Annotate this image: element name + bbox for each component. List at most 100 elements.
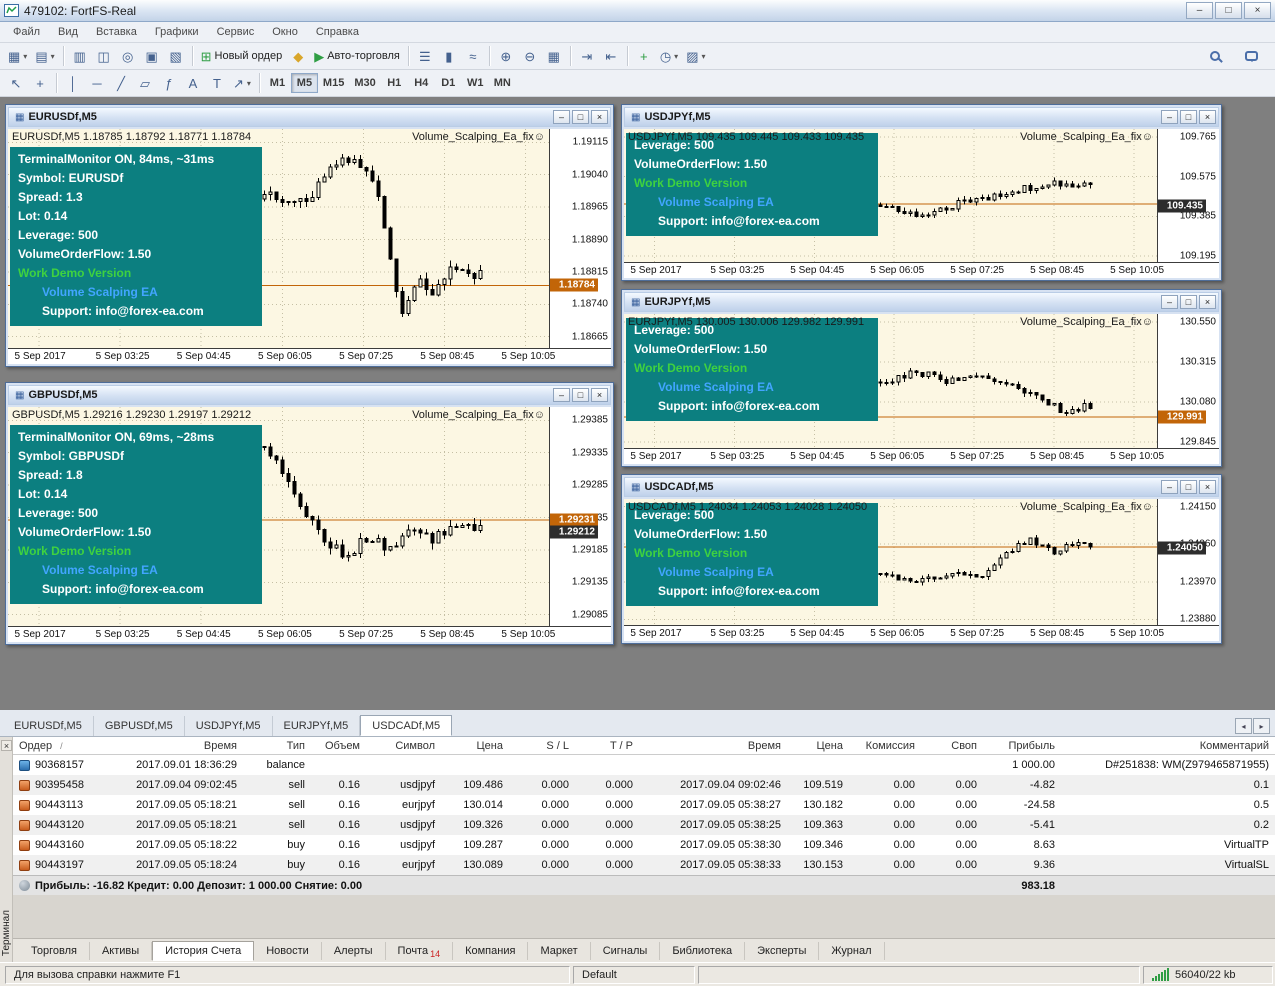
tab-scroll-right-button[interactable]: ▸	[1253, 718, 1270, 734]
periods-button[interactable]: ◷ ▾	[656, 45, 682, 67]
menu-window[interactable]: Окно	[263, 23, 307, 41]
timeframe-m1-button[interactable]: M1	[264, 73, 291, 93]
chart-window-titlebar[interactable]: ▦ GBPUSDf,M5 – □ ×	[8, 385, 611, 405]
chart-close-button[interactable]: ×	[591, 388, 608, 402]
zoom-in-button[interactable]: ⊕	[494, 45, 518, 67]
zoom-out-button[interactable]: ⊖	[518, 45, 542, 67]
terminal-tab-news[interactable]: Новости	[254, 941, 322, 960]
chart-tab-usdcadf[interactable]: USDCADf,M5	[360, 715, 453, 736]
history-row[interactable]: 90443113 2017.09.05 05:18:21 sell 0.16 eurjp…	[13, 795, 1275, 815]
chart-close-button[interactable]: ×	[1199, 295, 1216, 309]
timeframe-h4-button[interactable]: H4	[408, 73, 435, 93]
timeframe-m30-button[interactable]: M30	[349, 73, 380, 93]
terminal-tab-mailbox[interactable]: Почта 14	[386, 941, 454, 960]
search-button[interactable]	[1203, 45, 1227, 67]
autotrading-button[interactable]: ▶ Авто-торговля	[310, 45, 404, 67]
price-scale[interactable]: 1.19115 1.19040 1.18965 1.18890 1.18815 1.187…	[549, 129, 611, 348]
price-scale[interactable]: 1.241501.240601.239701.238801.24050	[1157, 499, 1219, 625]
column-header-swap[interactable]: Своп	[921, 740, 983, 752]
history-row[interactable]: 90395458 2017.09.04 09:02:45 sell 0.16 usdjp…	[13, 775, 1275, 795]
time-axis[interactable]: 5 Sep 2017 5 Sep 03:25 5 Sep 04:45 5 Sep 06…	[8, 626, 611, 642]
terminal-tab-journal[interactable]: Журнал	[819, 941, 885, 960]
menu-file[interactable]: Файл	[4, 23, 49, 41]
tile-windows-button[interactable]: ▦	[542, 45, 566, 67]
chart-minimize-button[interactable]: –	[1161, 295, 1178, 309]
chart-close-button[interactable]: ×	[591, 110, 608, 124]
terminal-close-icon[interactable]: ×	[1, 740, 12, 751]
candlestick-chart-button[interactable]: ▮	[437, 45, 461, 67]
timeframe-w1-button[interactable]: W1	[462, 73, 489, 93]
chart-window-titlebar[interactable]: ▦ USDJPYf,M5 – □ ×	[624, 107, 1219, 127]
column-header-open-time[interactable]: Время	[113, 740, 243, 752]
terminal-tab-experts[interactable]: Эксперты	[745, 941, 820, 960]
data-window-button[interactable]: ◫	[92, 45, 116, 67]
column-header-close-price[interactable]: Цена	[787, 740, 849, 752]
text-button[interactable]: A	[181, 72, 205, 94]
terminal-tab-market[interactable]: Маркет	[528, 941, 591, 960]
terminal-tab-account-history[interactable]: История Счета	[152, 940, 255, 961]
navigator-button[interactable]: ◎	[116, 45, 140, 67]
text-label-button[interactable]: T	[205, 72, 229, 94]
chart-minimize-button[interactable]: –	[1161, 110, 1178, 124]
history-row[interactable]: 90368157 2017.09.01 18:36:29 balance 1 000.…	[13, 755, 1275, 775]
chart-minimize-button[interactable]: –	[1161, 480, 1178, 494]
status-profile-selector[interactable]: Default	[573, 965, 695, 984]
terminal-tab-alerts[interactable]: Алерты	[322, 941, 386, 960]
menu-help[interactable]: Справка	[307, 23, 368, 41]
chart-maximize-button[interactable]: □	[1180, 295, 1197, 309]
column-header-type[interactable]: Тип	[243, 740, 311, 752]
maximize-button[interactable]: □	[1215, 2, 1242, 19]
terminal-tab-signals[interactable]: Сигналы	[591, 941, 661, 960]
menu-view[interactable]: Вид	[49, 23, 87, 41]
column-header-volume[interactable]: Объем	[311, 740, 366, 752]
chart-maximize-button[interactable]: □	[572, 110, 589, 124]
menu-charts[interactable]: Графики	[146, 23, 208, 41]
terminal-tab-trade[interactable]: Торговля	[19, 941, 90, 960]
chart-minimize-button[interactable]: –	[553, 388, 570, 402]
chart-window-titlebar[interactable]: ▦ USDCADf,M5 – □ ×	[624, 477, 1219, 497]
history-row[interactable]: 90443160 2017.09.05 05:18:22 buy 0.16 usdjpy…	[13, 835, 1275, 855]
terminal-tab-assets[interactable]: Активы	[90, 941, 153, 960]
timeframe-mn-button[interactable]: MN	[489, 73, 516, 93]
chart-close-button[interactable]: ×	[1199, 480, 1216, 494]
column-header-close-time[interactable]: Время	[639, 740, 787, 752]
time-axis[interactable]: 5 Sep 2017 5 Sep 03:25 5 Sep 04:45 5 Sep 06…	[624, 625, 1219, 641]
column-header-symbol[interactable]: Символ	[366, 740, 441, 752]
menu-tools[interactable]: Сервис	[208, 23, 264, 41]
auto-scroll-button[interactable]: ⇥	[575, 45, 599, 67]
chart-tab-eurusdf[interactable]: EURUSDf,M5	[3, 716, 94, 736]
cursor-button[interactable]: ↖	[4, 72, 28, 94]
terminal-panel-button[interactable]: ▣	[140, 45, 164, 67]
column-header-order[interactable]: Ордер /	[13, 740, 113, 752]
equidistant-channel-button[interactable]: ▱	[133, 72, 157, 94]
price-scale[interactable]: 130.550 130.315 130.080 129.845 129.991	[1157, 314, 1219, 448]
title-bar[interactable]: 479102: FortFS-Real – □ ×	[0, 0, 1275, 22]
metaeditor-button[interactable]: ◆	[286, 45, 310, 67]
terminal-tab-company[interactable]: Компания	[453, 941, 529, 960]
arrows-button[interactable]: ↗ ▾	[229, 72, 255, 94]
terminal-tab-library[interactable]: Библиотека	[660, 941, 746, 960]
chart-tab-eurjpyf[interactable]: EURJPYf,M5	[273, 716, 361, 736]
line-chart-button[interactable]: ≈	[461, 45, 485, 67]
chart-maximize-button[interactable]: □	[1180, 480, 1197, 494]
chat-button[interactable]	[1239, 45, 1263, 67]
fibonacci-button[interactable]: ƒ	[157, 72, 181, 94]
templates-button[interactable]: ▨ ▾	[682, 45, 709, 67]
chart-maximize-button[interactable]: □	[1180, 110, 1197, 124]
timeframe-m15-button[interactable]: M15	[318, 73, 349, 93]
history-row[interactable]: 90443120 2017.09.05 05:18:21 sell 0.16 usdjp…	[13, 815, 1275, 835]
new-chart-button[interactable]: ▦ ▾	[4, 45, 31, 67]
column-header-profit[interactable]: Прибыль	[983, 740, 1061, 752]
column-header-comment[interactable]: Комментарий	[1061, 740, 1275, 752]
market-watch-button[interactable]: ▥	[68, 45, 92, 67]
time-axis[interactable]: 5 Sep 2017 5 Sep 03:25 5 Sep 04:45 5 Sep 06…	[624, 262, 1219, 278]
column-header-open-price[interactable]: Цена	[441, 740, 509, 752]
strategy-tester-button[interactable]: ▧	[164, 45, 188, 67]
column-header-commission[interactable]: Комиссия	[849, 740, 921, 752]
price-scale[interactable]: 109.765 109.575 109.385 109.195 109.435	[1157, 129, 1219, 262]
profiles-button[interactable]: ▤ ▾	[31, 45, 58, 67]
new-order-button[interactable]: ⊞ Новый ордер	[197, 45, 287, 67]
time-axis[interactable]: 5 Sep 2017 5 Sep 03:25 5 Sep 04:45 5 Sep 06…	[8, 348, 611, 364]
chart-tab-gbpusdf[interactable]: GBPUSDf,M5	[94, 716, 185, 736]
chart-shift-button[interactable]: ⇤	[599, 45, 623, 67]
